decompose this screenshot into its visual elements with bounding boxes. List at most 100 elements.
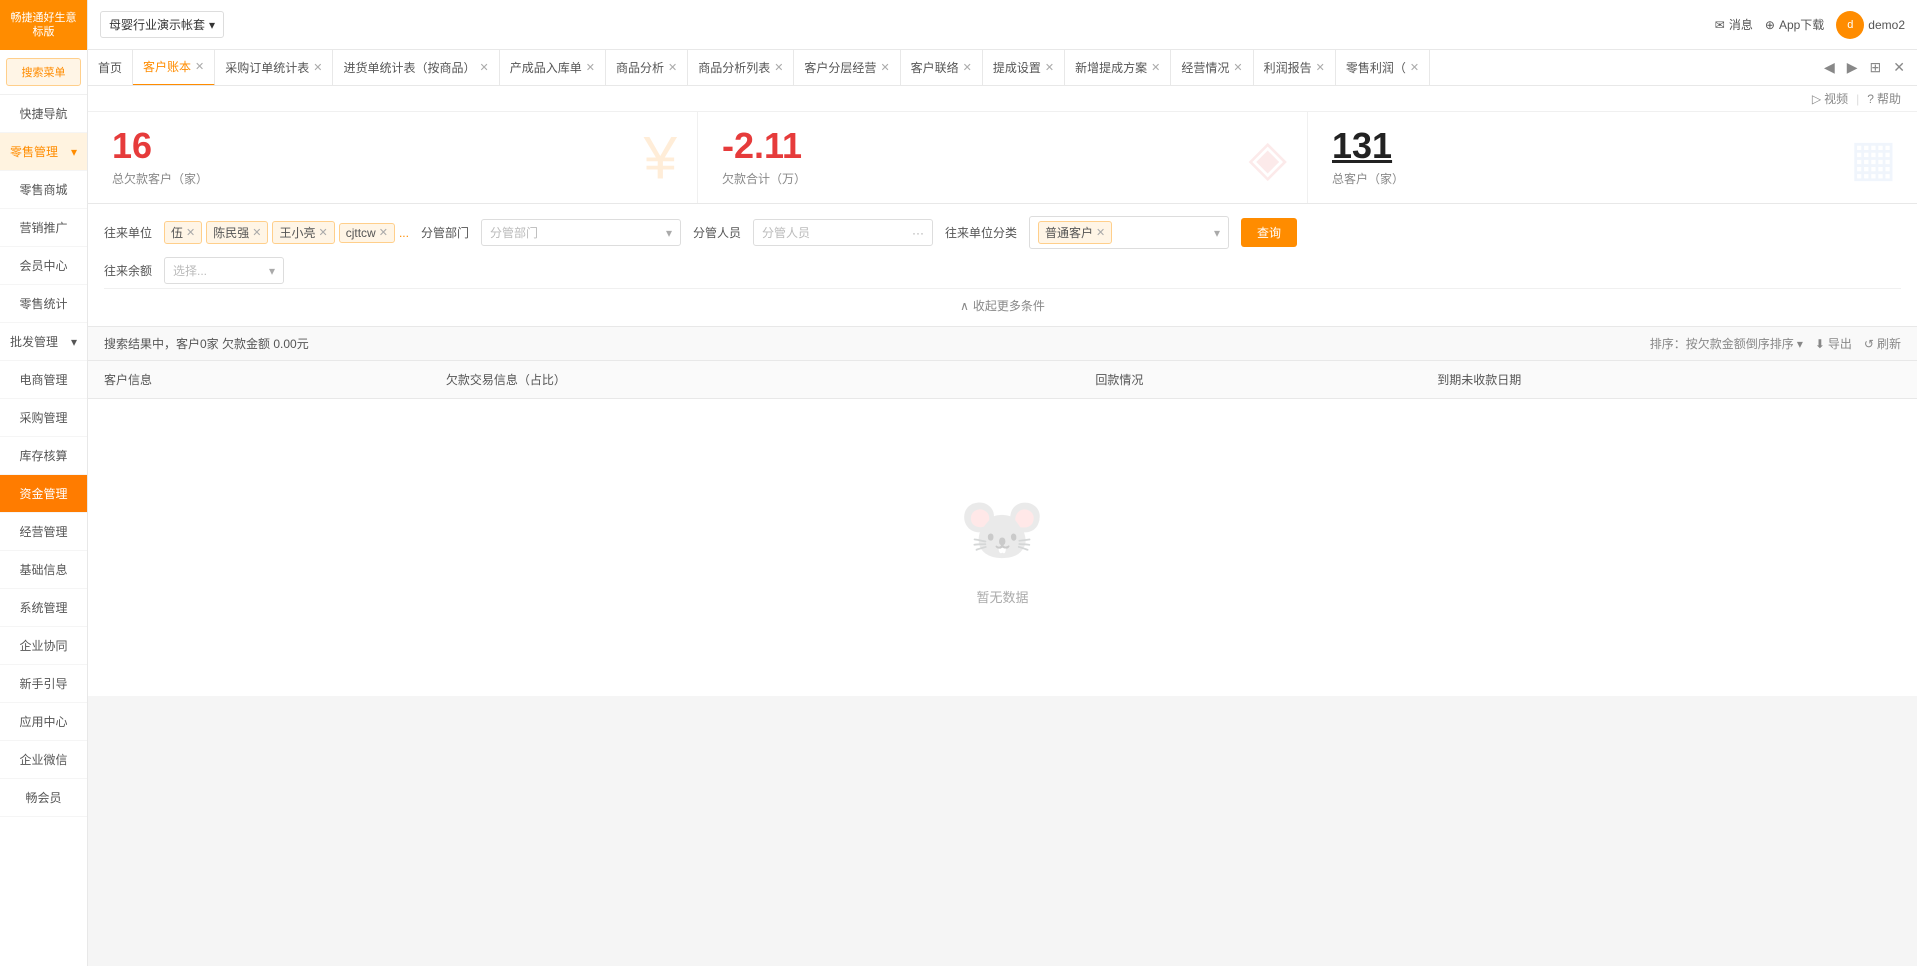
tab-profit-report[interactable]: 利润报告 ✕ [1254,50,1336,86]
sidebar-search-section: 搜索菜单 [0,50,87,95]
page-content: ▷ 视频 | ? 帮助 16 总欠款客户（家） ¥ -2.11 欠款合计（万） … [88,86,1917,966]
tab-product-inbound-close[interactable]: ✕ [586,61,595,74]
stat-credit-amount-label: 欠款合计（万） [722,170,806,187]
tab-customer-contact[interactable]: 客户联络 ✕ [901,50,983,86]
sidebar-item-retail-stats[interactable]: 零售统计 [0,285,87,323]
branch-person-placeholder: 分管人员 [762,224,810,241]
avatar: d [1836,11,1864,39]
filter-tag-more[interactable]: ... [399,226,409,240]
sidebar-item-system-mgmt[interactable]: 系统管理 [0,589,87,627]
remainder-select[interactable]: 选择... ▾ [164,257,284,284]
tab-profit-report-close[interactable]: ✕ [1316,61,1325,74]
tabs-close-all-btn[interactable]: ✕ [1889,57,1909,78]
sidebar-item-member-center[interactable]: 会员中心 [0,247,87,285]
tab-product-inbound[interactable]: 产成品入库单 ✕ [500,50,606,86]
refresh-btn[interactable]: ↺ 刷新 [1864,335,1901,352]
video-help-btn[interactable]: ▷ 视频 [1812,90,1848,107]
company-selector[interactable]: 母婴行业演示帐套 ▾ [100,11,224,38]
branch-dept-select[interactable]: 分管部门 ▾ [481,219,681,246]
sidebar-item-new-user-guide[interactable]: 新手引导 [0,665,87,703]
col-repay-status: 回款情况 [1079,361,1421,399]
tab-retail-profit[interactable]: 零售利润（ ✕ [1336,50,1430,86]
table-row: 🐭 暂无数据 [88,399,1917,697]
partner-unit-label: 往来单位 [104,224,152,241]
help-btn[interactable]: ? 帮助 [1867,90,1901,107]
export-icon: ⬇ [1815,337,1825,351]
tab-home[interactable]: 首页 [88,50,133,86]
sidebar-item-quick-nav[interactable]: 快捷导航 [0,95,87,133]
tab-product-analysis-list-close[interactable]: ✕ [774,61,783,74]
tab-product-analysis-list[interactable]: 商品分析列表 ✕ [688,50,794,86]
message-icon: ✉ [1715,18,1725,32]
filter-tag-wangxiaoliang-close[interactable]: ✕ [319,226,328,239]
sidebar-item-ops-mgmt[interactable]: 经营管理 [0,513,87,551]
filter-tag-chenminqiang-close[interactable]: ✕ [252,226,261,239]
sidebar-item-enterprise-collab[interactable]: 企业协同 [0,627,87,665]
sidebar-item-wholesale-mgmt[interactable]: 批发管理 ▾ [0,323,87,361]
tab-purchase-order-close[interactable]: ✕ [313,61,322,74]
tab-customer-tier[interactable]: 客户分层经营 ✕ [794,50,900,86]
data-table: 客户信息 欠款交易信息（占比） 回款情况 到期未收款日期 🐭 暂无数据 [88,361,1917,697]
search-menu-button[interactable]: 搜索菜单 [6,58,81,86]
sidebar-item-ecommerce-mgmt[interactable]: 电商管理 [0,361,87,399]
tab-new-promotion-close[interactable]: ✕ [1151,61,1160,74]
collapse-arrow-icon: ∧ [960,299,969,313]
sidebar-item-enterprise-wechat[interactable]: 企业微信 [0,741,87,779]
stat-credit-customers: 16 总欠款客户（家） ¥ [88,112,698,203]
sort-label: 排序：按欠款金额倒序排序 [1650,335,1794,352]
table-header-row: 客户信息 欠款交易信息（占比） 回款情况 到期未收款日期 [88,361,1917,399]
sidebar-item-retail-mall[interactable]: 零售商城 [0,171,87,209]
filter-tag-cjttcw-close[interactable]: ✕ [379,226,388,239]
tab-promotion-settings-close[interactable]: ✕ [1045,61,1054,74]
query-button[interactable]: 查询 [1241,218,1297,247]
results-actions: 排序：按欠款金额倒序排序 ▾ ⬇ 导出 ↺ 刷新 [1650,335,1901,352]
tab-customer-balance-close[interactable]: ✕ [195,60,204,73]
tab-product-analysis[interactable]: 商品分析 ✕ [606,50,688,86]
branch-person-input[interactable]: 分管人员 ··· [753,219,933,246]
results-summary: 搜索结果中，客户0家 欠款金额 0.00元 [104,335,309,352]
tab-customer-contact-close[interactable]: ✕ [963,61,972,74]
branch-person-more-icon: ··· [912,226,924,240]
messages-btn[interactable]: ✉ 消息 [1715,16,1753,33]
sort-selector[interactable]: 排序：按欠款金额倒序排序 ▾ [1650,335,1803,352]
sidebar-item-app-center[interactable]: 应用中心 [0,703,87,741]
empty-state-label: 暂无数据 [976,587,1028,606]
tabs-expand-btn[interactable]: ⊞ [1866,57,1886,78]
tab-customer-tier-close[interactable]: ✕ [880,61,889,74]
header-right: ✉ 消息 ⊕ App下载 d demo2 [1715,11,1905,39]
tab-business-status-close[interactable]: ✕ [1233,61,1242,74]
sidebar-item-purchase-mgmt[interactable]: 采购管理 [0,399,87,437]
partner-category-label: 往来单位分类 [945,224,1017,241]
tab-retail-profit-close[interactable]: ✕ [1410,61,1419,74]
tab-customer-balance[interactable]: 客户账本 ✕ [133,50,215,86]
sidebar-item-inventory[interactable]: 库存核算 [0,437,87,475]
sidebar-item-basic-info[interactable]: 基础信息 [0,551,87,589]
remainder-arrow-icon: ▾ [269,264,275,278]
stat-credit-customers-number: 16 [112,128,152,164]
tab-inbound-stats[interactable]: 进货单统计表（按商品） ✕ [333,50,499,86]
app-download-btn[interactable]: ⊕ App下载 [1765,16,1824,33]
tab-business-status[interactable]: 经营情况 ✕ [1171,50,1253,86]
sidebar-item-vip-member[interactable]: 畅会员 [0,779,87,817]
partner-category-arrow-icon: ▾ [1214,226,1220,240]
tab-inbound-stats-close[interactable]: ✕ [480,61,489,74]
video-icon: ▷ [1812,92,1821,106]
tab-new-promotion[interactable]: 新增提成方案 ✕ [1065,50,1171,86]
tab-product-analysis-close[interactable]: ✕ [668,61,677,74]
sidebar-logo: 畅捷通好生意 标版 [0,0,87,50]
stat-credit-amount-icon: ◈ [1249,129,1287,187]
sidebar-item-retail-mgmt[interactable]: 零售管理 ▾ [0,133,87,171]
user-menu[interactable]: d demo2 [1836,11,1905,39]
sidebar-item-marketing[interactable]: 营销推广 [0,209,87,247]
tabs-prev-btn[interactable]: ◀ [1820,57,1839,78]
sidebar-item-finance-mgmt[interactable]: 资金管理 [0,475,87,513]
stat-total-customers-number: 131 [1332,128,1392,164]
filter-tag-wu-close[interactable]: ✕ [186,226,195,239]
tab-purchase-order[interactable]: 采购订单统计表 ✕ [215,50,333,86]
collapse-btn[interactable]: ∧ 收起更多条件 [104,288,1901,314]
export-btn[interactable]: ⬇ 导出 [1815,335,1852,352]
tabs-next-btn[interactable]: ▶ [1843,57,1862,78]
partner-category-select[interactable]: 普通客户 ✕ ▾ [1029,216,1229,249]
tab-promotion-settings[interactable]: 提成设置 ✕ [983,50,1065,86]
filter-tag-ordinary-customer-close[interactable]: ✕ [1096,226,1105,239]
